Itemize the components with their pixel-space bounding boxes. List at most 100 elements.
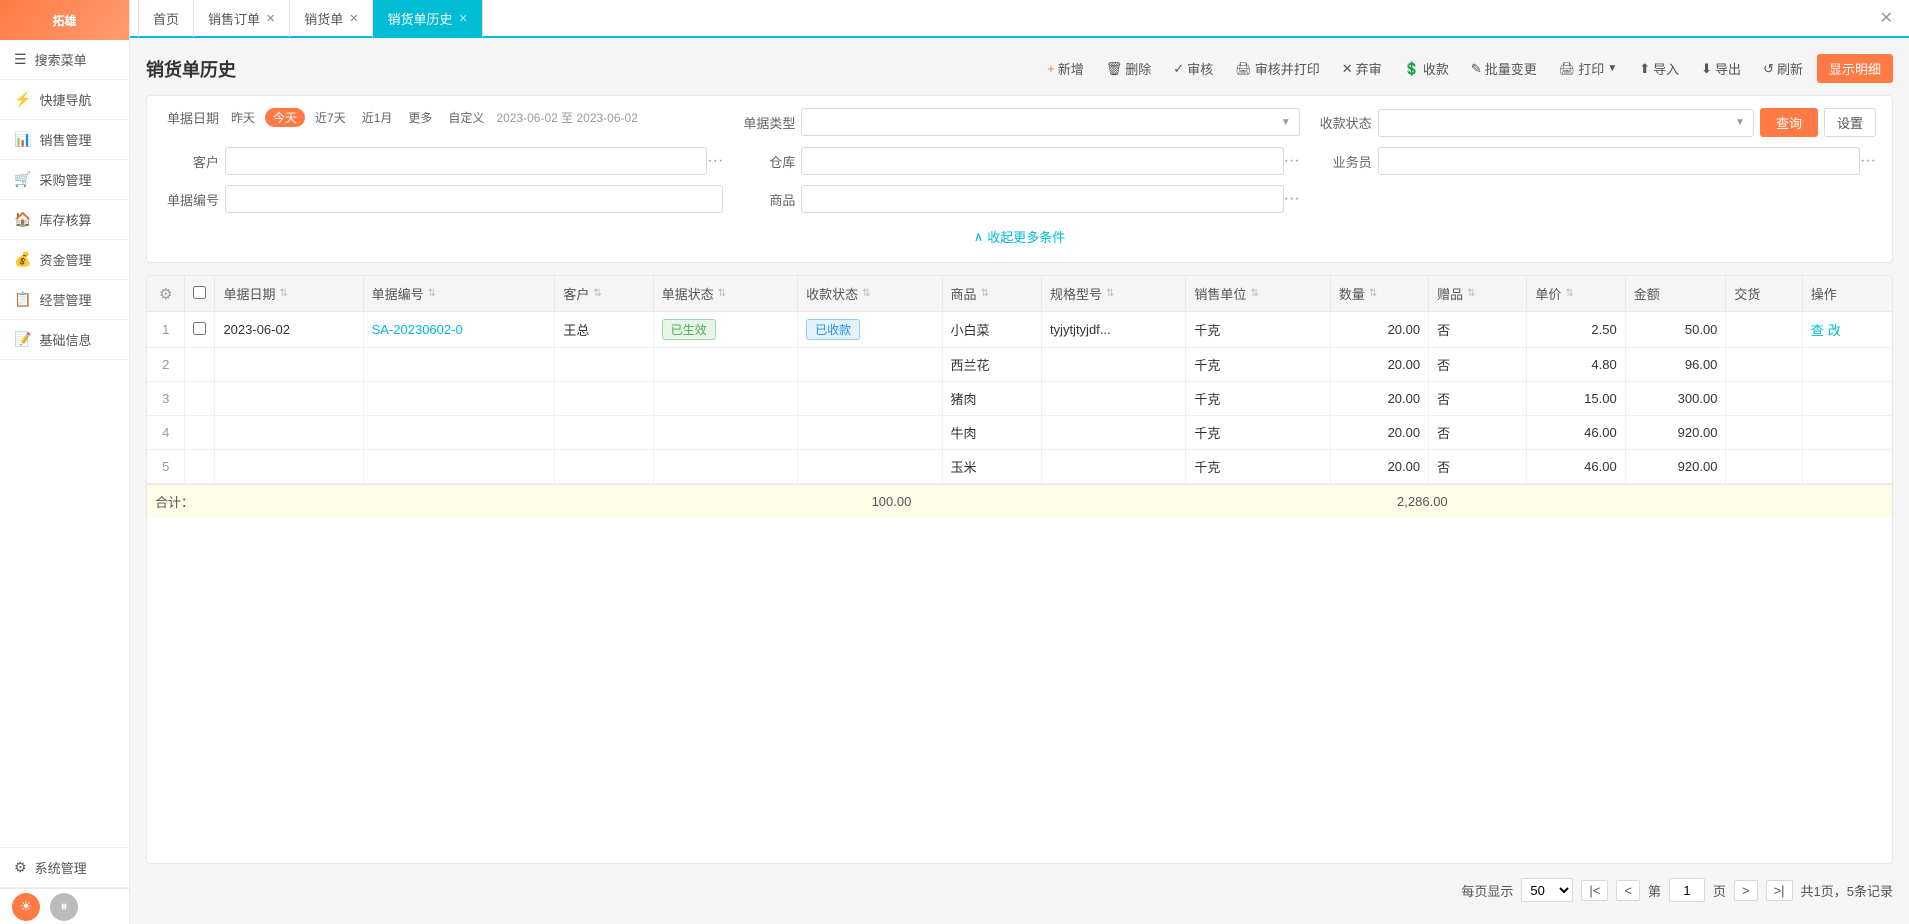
th-spec[interactable]: 规格型号 ⇅: [1041, 276, 1185, 312]
row-checkbox-input[interactable]: [193, 322, 206, 335]
collapse-label: 收起更多条件: [987, 227, 1065, 246]
sidebar-item-search-menu[interactable]: ☰ 搜索菜单: [0, 40, 129, 80]
gear-icon[interactable]: ⚙: [155, 284, 176, 305]
view-action-button[interactable]: 查: [1811, 320, 1824, 339]
tab-sales-goods[interactable]: 销货单 ✕: [290, 0, 373, 37]
import-button[interactable]: ⬆ 导入: [1631, 55, 1687, 82]
row-action[interactable]: [1802, 450, 1892, 484]
sidebar-item-basic-info[interactable]: 📝 基础信息: [0, 320, 129, 360]
goods-input[interactable]: [801, 185, 1283, 213]
doc-no-label: 单据编号: [163, 190, 219, 209]
tab-sales-goods-close[interactable]: ✕: [349, 12, 358, 25]
print-button[interactable]: 🖨 打印 ▼: [1551, 55, 1625, 82]
audit-button[interactable]: ✓ 审核: [1165, 55, 1221, 82]
refresh-button[interactable]: ↺ 刷新: [1755, 55, 1811, 82]
page-number-input[interactable]: [1669, 878, 1705, 902]
settings-button[interactable]: 设置: [1824, 108, 1876, 137]
th-quantity[interactable]: 数量 ⇅: [1330, 276, 1428, 312]
shortcut-custom[interactable]: 自定义: [442, 108, 490, 127]
warehouse-input[interactable]: [801, 147, 1283, 175]
collapse-button[interactable]: ∧ 收起更多条件: [970, 223, 1070, 250]
warehouse-ellipsis[interactable]: ···: [1284, 152, 1300, 170]
delete-button[interactable]: 🗑 删除: [1098, 55, 1160, 82]
sidebar-item-sales-mgmt[interactable]: 📊 销售管理: [0, 120, 129, 160]
per-page-select[interactable]: 50 100 200: [1521, 878, 1573, 902]
close-all-tabs[interactable]: ✕: [1872, 8, 1901, 28]
doc-no-input[interactable]: [225, 185, 723, 213]
sort-sales-unit-icon: ⇅: [1250, 288, 1258, 299]
row-checkbox[interactable]: [185, 382, 215, 416]
prev-page-button[interactable]: <: [1616, 880, 1640, 901]
row-checkbox[interactable]: [185, 348, 215, 382]
tab-sales-goods-history[interactable]: 销货单历史 ✕: [373, 0, 482, 37]
doc-no-link[interactable]: SA-20230602-0: [372, 322, 463, 337]
export-button[interactable]: ⬇ 导出: [1693, 55, 1749, 82]
row-doc-no[interactable]: [363, 348, 555, 382]
row-doc-no[interactable]: [363, 416, 555, 450]
row-checkbox[interactable]: [185, 450, 215, 484]
row-doc-no[interactable]: [363, 382, 555, 416]
th-customer[interactable]: 客户 ⇅: [555, 276, 653, 312]
th-sales-unit[interactable]: 销售单位 ⇅: [1186, 276, 1330, 312]
th-unit-price[interactable]: 单价 ⇅: [1527, 276, 1625, 312]
salesperson-input[interactable]: [1378, 147, 1860, 175]
shortcut-7days[interactable]: 近7天: [309, 108, 352, 127]
th-doc-status[interactable]: 单据状态 ⇅: [653, 276, 797, 312]
pay-status-select[interactable]: ▼: [1378, 109, 1754, 137]
customer-input[interactable]: [225, 147, 707, 175]
sort-pay-status-icon: ⇅: [862, 288, 870, 299]
audit-print-button[interactable]: 🖨 审核并打印: [1227, 55, 1328, 82]
row-action[interactable]: 查改: [1802, 312, 1892, 348]
sidebar-item-inventory[interactable]: 🏠 库存核算: [0, 200, 129, 240]
th-pay-status[interactable]: 收款状态 ⇅: [798, 276, 942, 312]
sidebar-item-sys-mgmt[interactable]: ⚙ 系统管理: [0, 847, 129, 888]
first-page-button[interactable]: |<: [1581, 880, 1608, 901]
bottom-btn-1[interactable]: ☀: [12, 893, 40, 921]
row-action[interactable]: [1802, 348, 1892, 382]
tab-sales-goods-history-close[interactable]: ✕: [459, 12, 468, 25]
shortcut-yesterday[interactable]: 昨天: [225, 108, 261, 127]
show-detail-button[interactable]: 显示明细: [1817, 54, 1893, 83]
new-button[interactable]: + 新增: [1039, 55, 1092, 82]
collect-button[interactable]: 💲 收款: [1396, 55, 1457, 82]
toolbar: + 新增 🗑 删除 ✓ 审核 🖨 审核并打印 ✕ 弃审: [1039, 54, 1893, 83]
doc-type-select[interactable]: ▼: [801, 108, 1299, 136]
row-action[interactable]: [1802, 416, 1892, 450]
th-gift[interactable]: 赠品 ⇅: [1429, 276, 1527, 312]
row-doc-date: 2023-06-02: [215, 312, 363, 348]
shortcut-today[interactable]: 今天: [265, 108, 305, 127]
abandon-button[interactable]: ✕ 弃审: [1334, 55, 1390, 82]
row-doc-no[interactable]: SA-20230602-0: [363, 312, 555, 348]
tab-sales-order-close[interactable]: ✕: [266, 12, 275, 25]
shortcut-1month[interactable]: 近1月: [356, 108, 399, 127]
tab-sales-order[interactable]: 销售订单 ✕: [194, 0, 290, 37]
row-checkbox[interactable]: [185, 312, 215, 348]
query-button[interactable]: 查询: [1760, 108, 1818, 137]
row-spec: [1041, 450, 1185, 484]
sidebar-item-finance-mgmt[interactable]: 💰 资金管理: [0, 240, 129, 280]
tab-home[interactable]: 首页: [138, 0, 194, 37]
sidebar-item-purchase-mgmt[interactable]: 🛒 采购管理: [0, 160, 129, 200]
row-doc-no[interactable]: [363, 450, 555, 484]
batch-change-button[interactable]: ✎ 批量变更: [1463, 55, 1545, 82]
goods-ellipsis[interactable]: ···: [1284, 190, 1300, 208]
shortcut-more[interactable]: 更多: [402, 108, 438, 127]
bottom-btn-2[interactable]: ⏸: [50, 893, 78, 921]
th-doc-date[interactable]: 单据日期 ⇅: [215, 276, 363, 312]
row-checkbox[interactable]: [185, 416, 215, 450]
salesperson-ellipsis[interactable]: ···: [1860, 152, 1876, 170]
edit-action-button[interactable]: 改: [1828, 320, 1841, 339]
th-quantity-label: 数量: [1339, 284, 1365, 303]
sidebar-item-quick-nav[interactable]: ⚡ 快捷导航: [0, 80, 129, 120]
select-all-checkbox[interactable]: [193, 286, 206, 299]
row-action[interactable]: [1802, 382, 1892, 416]
th-doc-no[interactable]: 单据编号 ⇅: [363, 276, 555, 312]
next-page-button[interactable]: >: [1734, 880, 1758, 901]
row-customer: [555, 382, 653, 416]
customer-ellipsis[interactable]: ···: [707, 152, 723, 170]
last-page-button[interactable]: >|: [1766, 880, 1793, 901]
sidebar-item-operations-mgmt[interactable]: 📋 经营管理: [0, 280, 129, 320]
row-sales-unit: 千克: [1186, 312, 1330, 348]
th-transaction: 交货: [1726, 276, 1802, 312]
th-goods[interactable]: 商品 ⇅: [942, 276, 1041, 312]
